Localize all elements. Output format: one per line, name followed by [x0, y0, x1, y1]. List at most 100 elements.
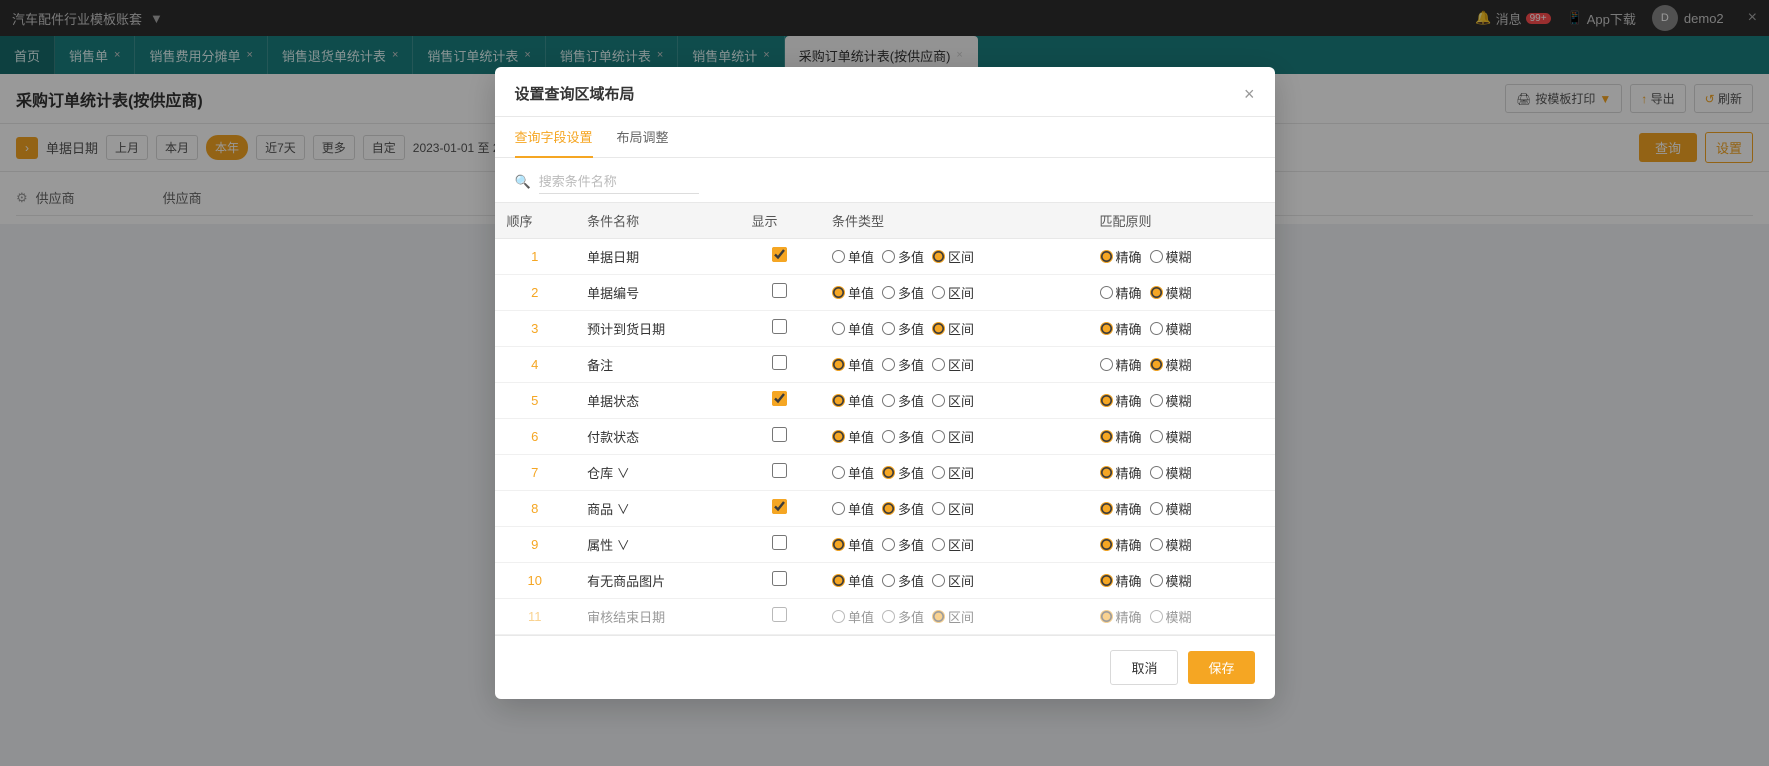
- cell-display-7[interactable]: [739, 455, 820, 486]
- match-option-模糊-4[interactable]: 模糊: [1150, 355, 1192, 374]
- cell-order-5: 5: [495, 383, 576, 419]
- display-checkbox-7[interactable]: [772, 463, 787, 478]
- cell-type-8: 单值多值区间: [820, 491, 1088, 527]
- cell-order-10: 10: [495, 563, 576, 599]
- type-option-区间-4[interactable]: 区间: [932, 355, 974, 374]
- match-option-精确-11[interactable]: 精确: [1100, 607, 1142, 626]
- match-option-精确-1[interactable]: 精确: [1100, 247, 1142, 266]
- type-option-单值-5[interactable]: 单值: [832, 391, 874, 410]
- cell-display-8[interactable]: [739, 491, 820, 522]
- type-option-多值-2[interactable]: 多值: [882, 283, 924, 302]
- cell-display-11[interactable]: [739, 599, 820, 630]
- type-option-多值-7[interactable]: 多值: [882, 463, 924, 482]
- type-option-多值-4[interactable]: 多值: [882, 355, 924, 374]
- display-checkbox-6[interactable]: [772, 427, 787, 442]
- display-checkbox-1[interactable]: [772, 247, 787, 262]
- match-option-模糊-7[interactable]: 模糊: [1150, 463, 1192, 482]
- type-option-区间-8[interactable]: 区间: [932, 499, 974, 518]
- type-option-单值-1[interactable]: 单值: [832, 247, 874, 266]
- match-option-模糊-5[interactable]: 模糊: [1150, 391, 1192, 410]
- table-row: 5单据状态单值多值区间精确模糊: [495, 383, 1275, 419]
- cell-display-10[interactable]: [739, 563, 820, 594]
- type-option-单值-7[interactable]: 单值: [832, 463, 874, 482]
- match-option-模糊-11[interactable]: 模糊: [1150, 607, 1192, 626]
- match-option-精确-8[interactable]: 精确: [1100, 499, 1142, 518]
- cell-display-3[interactable]: [739, 311, 820, 342]
- type-option-多值-3[interactable]: 多值: [882, 319, 924, 338]
- match-option-模糊-8[interactable]: 模糊: [1150, 499, 1192, 518]
- display-checkbox-3[interactable]: [772, 319, 787, 334]
- type-option-单值-11[interactable]: 单值: [832, 607, 874, 626]
- match-option-精确-10[interactable]: 精确: [1100, 571, 1142, 590]
- type-option-区间-6[interactable]: 区间: [932, 427, 974, 446]
- type-option-单值-4[interactable]: 单值: [832, 355, 874, 374]
- match-option-精确-2[interactable]: 精确: [1100, 283, 1142, 302]
- display-checkbox-9[interactable]: [772, 535, 787, 550]
- type-option-单值-8[interactable]: 单值: [832, 499, 874, 518]
- type-option-区间-1[interactable]: 区间: [932, 247, 974, 266]
- match-option-精确-9[interactable]: 精确: [1100, 535, 1142, 554]
- type-option-多值-5[interactable]: 多值: [882, 391, 924, 410]
- cell-display-6[interactable]: [739, 419, 820, 450]
- type-option-单值-10[interactable]: 单值: [832, 571, 874, 590]
- cell-type-6: 单值多值区间: [820, 419, 1088, 455]
- cell-name-9: 属性 ∨: [575, 527, 739, 563]
- tab-query-fields[interactable]: 查询字段设置: [515, 117, 593, 158]
- search-icon: 🔍: [515, 174, 531, 190]
- cell-match-3: 精确模糊: [1088, 311, 1275, 347]
- match-option-精确-7[interactable]: 精确: [1100, 463, 1142, 482]
- match-option-精确-5[interactable]: 精确: [1100, 391, 1142, 410]
- type-option-区间-5[interactable]: 区间: [932, 391, 974, 410]
- cell-display-1[interactable]: [739, 239, 820, 270]
- dialog-table-container: 顺序 条件名称 显示 条件类型 匹配原则 1单据日期单值多值区间精确模糊2单据编…: [495, 203, 1275, 635]
- match-option-精确-6[interactable]: 精确: [1100, 427, 1142, 446]
- tab-query-fields-label: 查询字段设置: [515, 130, 593, 145]
- display-checkbox-2[interactable]: [772, 283, 787, 298]
- match-option-精确-4[interactable]: 精确: [1100, 355, 1142, 374]
- type-option-区间-9[interactable]: 区间: [932, 535, 974, 554]
- cell-match-6: 精确模糊: [1088, 419, 1275, 455]
- type-option-区间-11[interactable]: 区间: [932, 607, 974, 626]
- type-option-多值-8[interactable]: 多值: [882, 499, 924, 518]
- display-checkbox-5[interactable]: [772, 391, 787, 406]
- dialog-close-button[interactable]: ×: [1244, 85, 1255, 103]
- cell-display-5[interactable]: [739, 383, 820, 414]
- match-option-模糊-1[interactable]: 模糊: [1150, 247, 1192, 266]
- type-option-区间-2[interactable]: 区间: [932, 283, 974, 302]
- type-option-单值-2[interactable]: 单值: [832, 283, 874, 302]
- match-option-模糊-9[interactable]: 模糊: [1150, 535, 1192, 554]
- save-button[interactable]: 保存: [1188, 651, 1254, 684]
- cell-display-9[interactable]: [739, 527, 820, 558]
- display-checkbox-10[interactable]: [772, 571, 787, 586]
- match-option-模糊-2[interactable]: 模糊: [1150, 283, 1192, 302]
- type-option-多值-9[interactable]: 多值: [882, 535, 924, 554]
- cell-type-9: 单值多值区间: [820, 527, 1088, 563]
- match-option-精确-3[interactable]: 精确: [1100, 319, 1142, 338]
- display-checkbox-11[interactable]: [772, 607, 787, 622]
- match-option-模糊-6[interactable]: 模糊: [1150, 427, 1192, 446]
- display-checkbox-8[interactable]: [772, 499, 787, 514]
- cell-name-4: 备注: [575, 347, 739, 383]
- type-option-区间-10[interactable]: 区间: [932, 571, 974, 590]
- type-option-多值-1[interactable]: 多值: [882, 247, 924, 266]
- match-option-模糊-10[interactable]: 模糊: [1150, 571, 1192, 590]
- type-option-多值-6[interactable]: 多值: [882, 427, 924, 446]
- cancel-button[interactable]: 取消: [1110, 650, 1178, 685]
- type-option-多值-11[interactable]: 多值: [882, 607, 924, 626]
- display-checkbox-4[interactable]: [772, 355, 787, 370]
- type-option-多值-10[interactable]: 多值: [882, 571, 924, 590]
- table-row: 2单据编号单值多值区间精确模糊: [495, 275, 1275, 311]
- type-option-单值-6[interactable]: 单值: [832, 427, 874, 446]
- type-option-单值-9[interactable]: 单值: [832, 535, 874, 554]
- type-option-区间-3[interactable]: 区间: [932, 319, 974, 338]
- search-input[interactable]: [539, 170, 699, 194]
- cell-display-2[interactable]: [739, 275, 820, 306]
- match-option-模糊-3[interactable]: 模糊: [1150, 319, 1192, 338]
- type-option-区间-7[interactable]: 区间: [932, 463, 974, 482]
- table-row: 9属性 ∨单值多值区间精确模糊: [495, 527, 1275, 563]
- type-option-单值-3[interactable]: 单值: [832, 319, 874, 338]
- tab-layout-adjust[interactable]: 布局调整: [617, 117, 669, 158]
- cell-display-4[interactable]: [739, 347, 820, 378]
- cell-type-11: 单值多值区间: [820, 599, 1088, 635]
- table-row: 1单据日期单值多值区间精确模糊: [495, 239, 1275, 275]
